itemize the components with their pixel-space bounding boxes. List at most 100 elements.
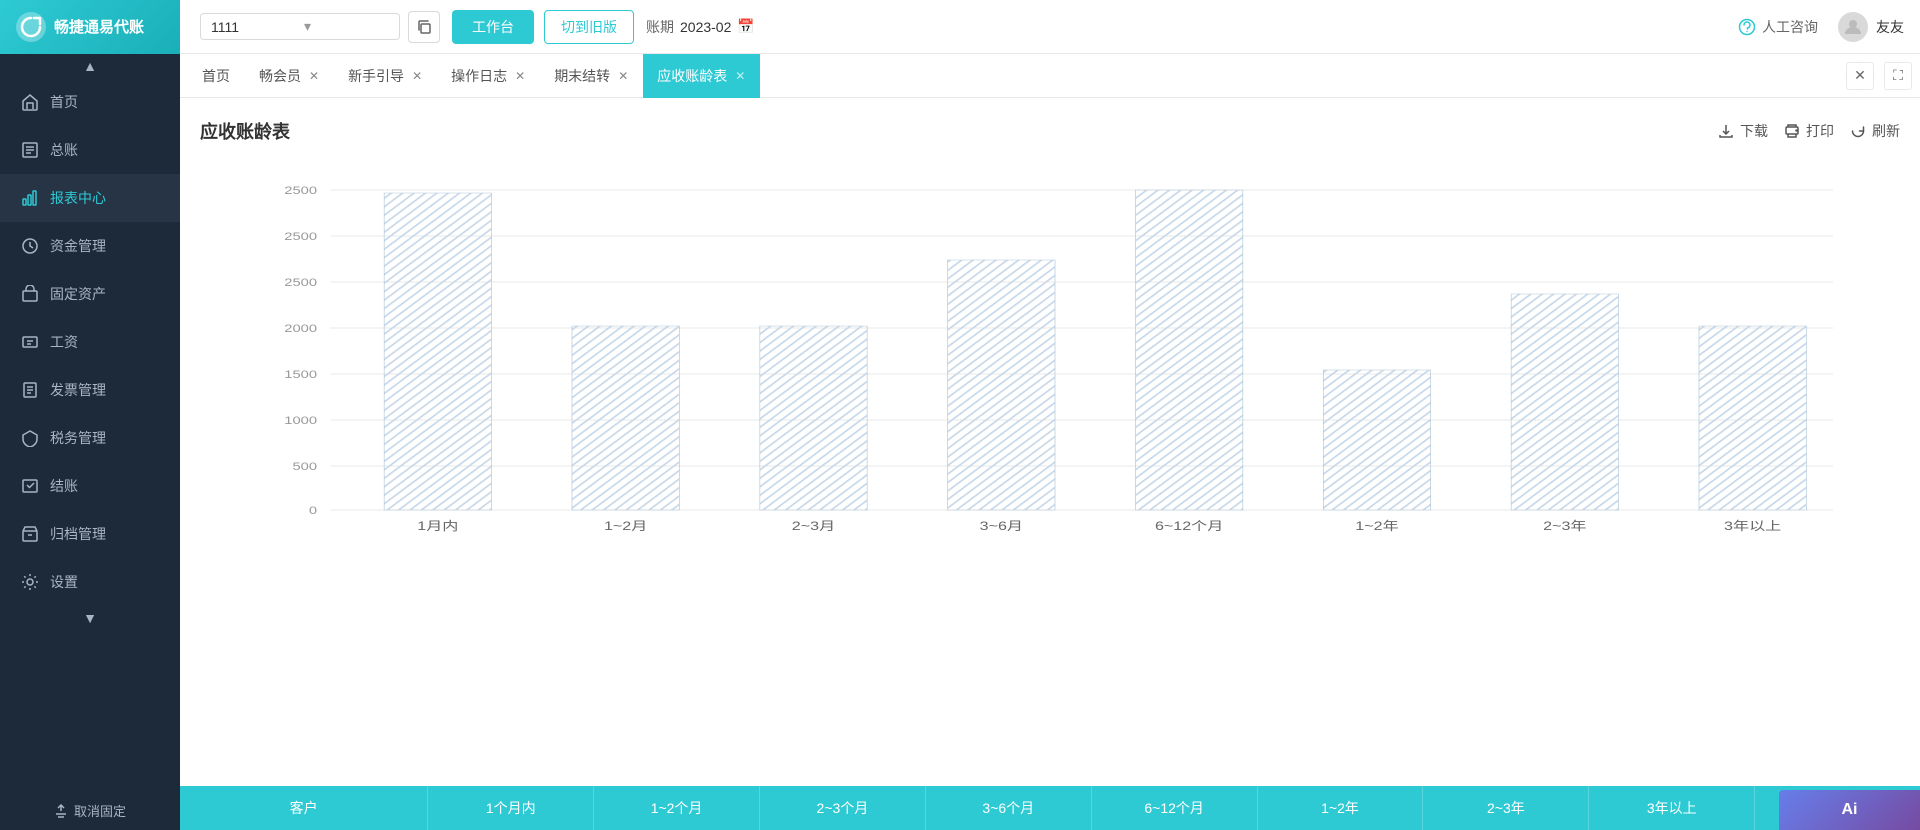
page-actions: 下载 打印 [1718,121,1900,141]
tabs-bar: 首页 畅会员 ✕ 新手引导 ✕ 操作日志 ✕ 期末结转 ✕ 应收账龄表 ✕ [180,54,1920,98]
tab-oplog-close[interactable]: ✕ [515,69,525,83]
sidebar-scroll-up[interactable]: ▲ [0,54,180,78]
settings-icon [20,572,40,592]
cancel-fixed-label: 取消固定 [74,801,126,820]
refresh-button[interactable]: 刷新 [1850,121,1900,141]
tab-home-label: 首页 [202,66,230,86]
archive-icon [20,524,40,544]
funds-icon [20,236,40,256]
assets-icon [20,284,40,304]
svg-text:2000: 2000 [284,322,317,335]
tab-aging[interactable]: 应收账龄表 ✕ [643,54,760,98]
workbench-button[interactable]: 工作台 [452,10,534,44]
sidebar-item-salary[interactable]: 工资 [0,318,180,366]
reports-icon [20,188,40,208]
col-1month: 1个月内 [428,786,594,830]
tabs-actions: ✕ ⛶ [1846,62,1912,90]
col-2-3month-label: 2~3个月 [817,798,869,818]
download-button[interactable]: 下载 [1718,121,1768,141]
tab-period-close[interactable]: ✕ [618,69,628,83]
tab-home[interactable]: 首页 [188,54,245,98]
svg-text:1~2年: 1~2年 [1355,520,1398,534]
calendar-icon[interactable]: 📅 [737,18,754,35]
switch-version-button[interactable]: 切到旧版 [544,10,634,44]
sidebar-label-home: 首页 [50,92,78,112]
svg-text:2~3年: 2~3年 [1543,520,1586,534]
svg-text:1500: 1500 [284,368,317,381]
svg-text:1000: 1000 [284,414,317,427]
cancel-fixed-button[interactable]: 取消固定 [0,791,180,830]
chart-container: 2500 2500 2500 2000 1500 1000 500 0 [200,160,1900,766]
col-3-6month-label: 3~6个月 [982,798,1034,818]
home-icon [20,92,40,112]
sidebar-item-ledger[interactable]: 总账 [0,126,180,174]
tabs-expand-button[interactable]: ⛶ [1884,62,1912,90]
tab-aging-label: 应收账龄表 [657,66,727,86]
col-1-2year-label: 1~2年 [1321,798,1359,818]
col-6-12month: 6~12个月 [1092,786,1258,830]
user-avatar [1838,12,1868,42]
tab-member-close[interactable]: ✕ [309,69,319,83]
col-1-2month: 1~2个月 [594,786,760,830]
sidebar-label-reports: 报表中心 [50,188,106,208]
chart-wrapper: 2500 2500 2500 2000 1500 1000 500 0 [200,160,1900,766]
sidebar-item-invoice[interactable]: 发票管理 [0,366,180,414]
sidebar-scroll-down[interactable]: ▼ [0,606,180,630]
tab-guide[interactable]: 新手引导 ✕ [334,54,437,98]
user-name: 友友 [1876,17,1904,37]
support-button[interactable]: 人工咨询 [1738,17,1818,37]
copy-button[interactable] [408,11,440,43]
tab-oplog-label: 操作日志 [451,66,507,86]
col-1-2month-label: 1~2个月 [651,798,703,818]
sidebar-label-funds: 资金管理 [50,236,106,256]
col-6-12month-label: 6~12个月 [1144,798,1204,818]
col-1month-label: 1个月内 [486,798,536,818]
sidebar-label-settings: 设置 [50,572,78,592]
page-header: 应收账龄表 下载 [200,118,1900,144]
sidebar-item-settings[interactable]: 设置 [0,558,180,606]
svg-text:2500: 2500 [284,230,317,243]
sidebar-label-assets: 固定资产 [50,284,106,304]
svg-text:3~6月: 3~6月 [980,520,1023,534]
sidebar-item-assets[interactable]: 固定资产 [0,270,180,318]
main-layout: ▲ 首页 总账 [0,54,1920,830]
tab-oplog[interactable]: 操作日志 ✕ [437,54,540,98]
page-content: 应收账龄表 下载 [180,98,1920,786]
refresh-label: 刷新 [1872,121,1900,141]
col-2-3month: 2~3个月 [760,786,926,830]
sidebar-label-ledger: 总账 [50,140,78,160]
svg-text:0: 0 [309,504,317,517]
sidebar-item-closing[interactable]: 结账 [0,462,180,510]
svg-text:3年以上: 3年以上 [1724,520,1781,534]
svg-text:2500: 2500 [284,184,317,197]
tab-period[interactable]: 期末结转 ✕ [540,54,643,98]
sidebar-label-tax: 税务管理 [50,428,106,448]
ledger-icon [20,140,40,160]
header-right: 人工咨询 友友 [1738,12,1904,42]
company-name: 1111 [211,19,296,35]
tab-member-label: 畅会员 [259,66,301,86]
col-1-2year: 1~2年 [1258,786,1424,830]
company-selector[interactable]: 1111 ▾ [200,13,400,40]
tab-member[interactable]: 畅会员 ✕ [245,54,334,98]
sidebar-item-reports[interactable]: 报表中心 [0,174,180,222]
support-label: 人工咨询 [1762,17,1818,37]
tabs-close-button[interactable]: ✕ [1846,62,1874,90]
logo-icon [16,12,46,42]
sidebar-label-archive: 归档管理 [50,524,106,544]
col-2-3year: 2~3年 [1423,786,1589,830]
ai-badge[interactable]: Ai [1779,790,1920,830]
svg-text:2500: 2500 [284,276,317,289]
tab-guide-close[interactable]: ✕ [412,69,422,83]
sidebar-item-tax[interactable]: 税务管理 [0,414,180,462]
svg-text:1~2月: 1~2月 [604,520,647,534]
print-button[interactable]: 打印 [1784,121,1834,141]
tab-aging-close[interactable]: ✕ [735,69,745,83]
period-area: 账期 2023-02 📅 [646,17,755,37]
tab-period-label: 期末结转 [554,66,610,86]
ai-badge-label: Ai [1842,801,1858,819]
sidebar-item-home[interactable]: 首页 [0,78,180,126]
user-area[interactable]: 友友 [1838,12,1904,42]
sidebar-item-funds[interactable]: 资金管理 [0,222,180,270]
sidebar-item-archive[interactable]: 归档管理 [0,510,180,558]
